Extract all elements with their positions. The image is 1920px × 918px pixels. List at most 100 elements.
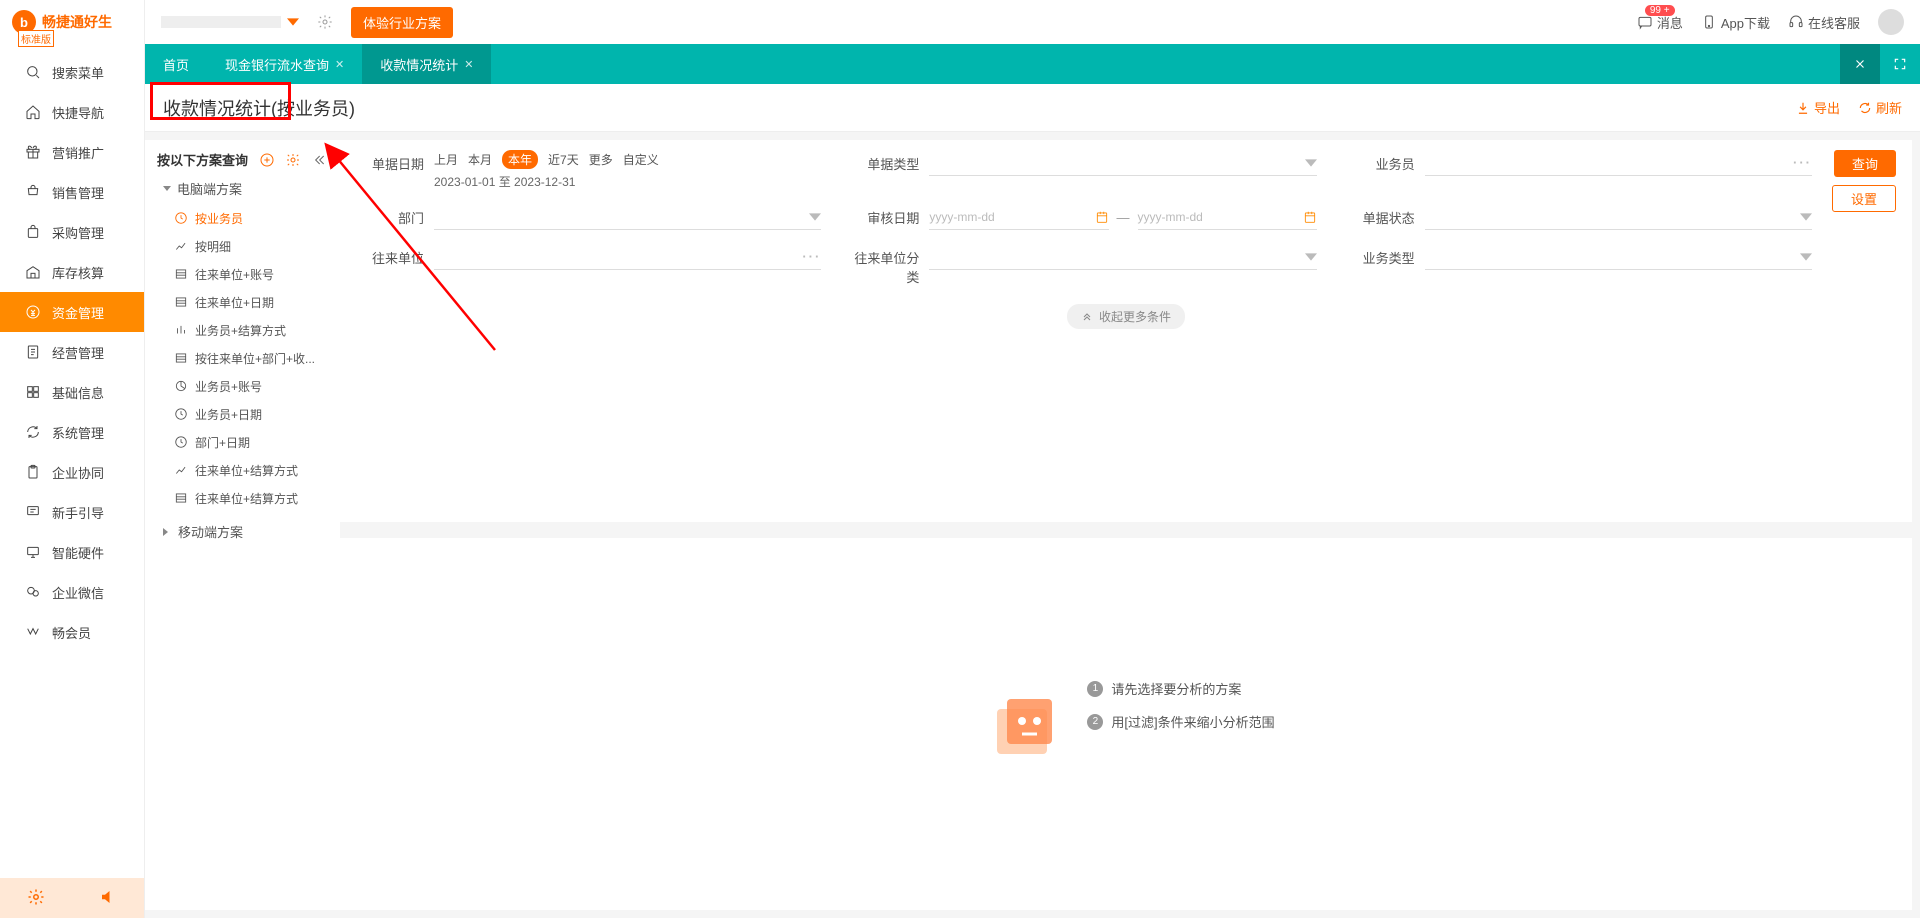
close-all-tabs[interactable] xyxy=(1840,44,1880,84)
nav-operation[interactable]: 经营管理 xyxy=(0,332,144,372)
auditdate-from[interactable]: yyyy-mm-dd xyxy=(929,204,1108,230)
nav-purchase[interactable]: 采购管理 xyxy=(0,212,144,252)
page-title: 收款情况统计(按业务员) xyxy=(163,95,355,121)
nav-sales[interactable]: 销售管理 xyxy=(0,172,144,212)
scheme-label: 业务员+日期 xyxy=(195,406,262,423)
scheme-item[interactable]: 按往来单位+部门+收... xyxy=(173,344,340,372)
chart-icon xyxy=(173,462,189,478)
sync-icon xyxy=(24,423,42,441)
scheme-group-desktop[interactable]: 电脑端方案 xyxy=(145,179,340,198)
scheme-item[interactable]: 往来单位+结算方式 xyxy=(173,484,340,512)
fullscreen-button[interactable] xyxy=(1880,44,1920,84)
nav-label: 资金管理 xyxy=(52,303,104,322)
filter-label: 业务类型 xyxy=(1347,244,1425,267)
nav-wechat[interactable]: 企业微信 xyxy=(0,572,144,612)
step-label: 用[过滤]条件来缩小分析范围 xyxy=(1111,712,1274,731)
pie-icon xyxy=(173,378,189,394)
tab-cashflow[interactable]: 现金银行流水查询✕ xyxy=(207,44,362,84)
scheme-item[interactable]: 往来单位+账号 xyxy=(173,260,340,288)
filter-label: 单据类型 xyxy=(851,150,929,173)
export-button[interactable]: 导出 xyxy=(1796,98,1840,117)
scheme-item[interactable]: 业务员+结算方式 xyxy=(173,316,340,344)
party-picker[interactable]: ··· xyxy=(434,244,821,270)
quick-last7[interactable]: 近7天 xyxy=(548,151,579,168)
scheme-label: 业务员+账号 xyxy=(195,378,262,395)
nav-inventory[interactable]: 库存核算 xyxy=(0,252,144,292)
placeholder: yyyy-mm-dd xyxy=(1138,210,1203,224)
billstatus-select[interactable] xyxy=(1425,204,1812,230)
nav-label: 搜索菜单 xyxy=(52,63,104,82)
sidebar-footer xyxy=(0,878,144,918)
billtype-select[interactable] xyxy=(929,150,1316,176)
nav-hardware[interactable]: 智能硬件 xyxy=(0,532,144,572)
tab-receipt-stats[interactable]: 收款情况统计✕ xyxy=(362,44,491,84)
quick-this-year[interactable]: 本年 xyxy=(502,150,538,169)
flag-icon xyxy=(24,503,42,521)
scheme-label: 往来单位+账号 xyxy=(195,266,274,283)
nav-guide[interactable]: 新手引导 xyxy=(0,492,144,532)
nav-quicknav[interactable]: 快捷导航 xyxy=(0,92,144,132)
group-label: 电脑端方案 xyxy=(177,179,242,198)
scheme-item[interactable]: 按明细 xyxy=(173,232,340,260)
close-icon[interactable]: ✕ xyxy=(335,58,344,71)
avatar[interactable] xyxy=(1878,9,1904,35)
placeholder-image xyxy=(977,679,1067,769)
scheme-item[interactable]: 业务员+日期 xyxy=(173,400,340,428)
collapse-panel-icon[interactable] xyxy=(310,151,328,169)
trial-button[interactable]: 体验行业方案 xyxy=(351,7,453,38)
settings-icon[interactable] xyxy=(27,888,45,909)
auditdate-to[interactable]: yyyy-mm-dd xyxy=(1138,204,1317,230)
nav-member[interactable]: 畅会员 xyxy=(0,612,144,652)
export-label: 导出 xyxy=(1814,98,1840,117)
sound-icon[interactable] xyxy=(99,888,117,909)
filter-label: 业务员 xyxy=(1347,150,1425,173)
scheme-item[interactable]: 按业务员 xyxy=(173,204,340,232)
scheme-label: 业务员+结算方式 xyxy=(195,322,286,339)
collapse-filters[interactable]: 收起更多条件 xyxy=(1067,304,1185,329)
nav-finance[interactable]: 资金管理 xyxy=(0,292,144,332)
nav-collab[interactable]: 企业协同 xyxy=(0,452,144,492)
quick-this-month[interactable]: 本月 xyxy=(468,151,492,168)
nav-marketing[interactable]: 营销推广 xyxy=(0,132,144,172)
quick-last-month[interactable]: 上月 xyxy=(434,151,458,168)
settings-button[interactable]: 设置 xyxy=(1832,185,1896,212)
placeholder: yyyy-mm-dd xyxy=(929,210,994,224)
app-label: App下载 xyxy=(1721,13,1770,32)
warehouse-icon xyxy=(24,263,42,281)
main: 体验行业方案 99 + 消息 App下载 在线客服 xyxy=(145,0,1920,918)
company-selector[interactable] xyxy=(161,16,299,28)
scheme-item[interactable]: 往来单位+结算方式 xyxy=(173,456,340,484)
nav-basic[interactable]: 基础信息 xyxy=(0,372,144,412)
refresh-button[interactable]: 刷新 xyxy=(1858,98,1902,117)
money-icon xyxy=(24,303,42,321)
nav-label: 快捷导航 xyxy=(52,103,104,122)
biztype-select[interactable] xyxy=(1425,244,1812,270)
partyclass-select[interactable] xyxy=(929,244,1316,270)
salesman-picker[interactable]: ··· xyxy=(1425,150,1812,176)
scheme-item[interactable]: 往来单位+日期 xyxy=(173,288,340,316)
tab-home[interactable]: 首页 xyxy=(145,44,207,84)
scheme-settings-icon[interactable] xyxy=(284,151,302,169)
scheme-item[interactable]: 业务员+账号 xyxy=(173,372,340,400)
settings-button[interactable] xyxy=(311,8,339,36)
content: 按以下方案查询 电脑端方案 按业务员 按明细 往来单位+账号 往来单位+日期 业… xyxy=(145,132,1920,918)
dept-select[interactable] xyxy=(434,204,821,230)
quick-custom[interactable]: 自定义 xyxy=(623,151,659,168)
grid-icon xyxy=(24,383,42,401)
query-button[interactable]: 查询 xyxy=(1834,150,1896,177)
chevron-up-icon xyxy=(1081,311,1093,323)
close-icon[interactable]: ✕ xyxy=(464,58,473,71)
refresh-label: 刷新 xyxy=(1876,98,1902,117)
scheme-item[interactable]: 部门+日期 xyxy=(173,428,340,456)
nav-label: 智能硬件 xyxy=(52,543,104,562)
messages[interactable]: 99 + 消息 xyxy=(1637,13,1683,32)
add-scheme-icon[interactable] xyxy=(258,151,276,169)
app-download[interactable]: App下载 xyxy=(1701,13,1770,32)
customer-service[interactable]: 在线客服 xyxy=(1788,13,1860,32)
scheme-group-mobile[interactable]: 移动端方案 xyxy=(145,522,340,541)
vip-icon xyxy=(24,623,42,641)
quick-more[interactable]: 更多 xyxy=(589,151,613,168)
nav-search[interactable]: 搜索菜单 xyxy=(0,52,144,92)
nav-system[interactable]: 系统管理 xyxy=(0,412,144,452)
filter-billdate: 单据日期 上月 本月 本年 近7天 更多 自定义 xyxy=(356,150,821,190)
